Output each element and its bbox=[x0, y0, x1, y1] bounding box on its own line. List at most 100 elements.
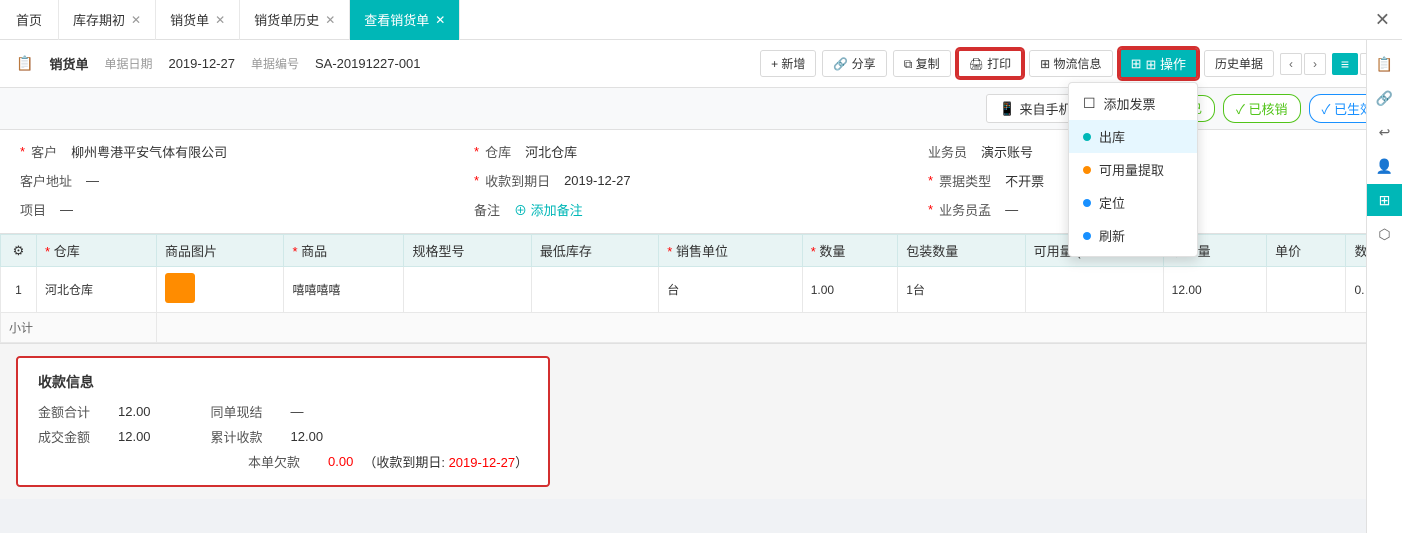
subtotal-label: 小计 bbox=[1, 313, 157, 343]
row-product: 嘻嘻嘻嘻 bbox=[284, 267, 404, 313]
total-amount-item: 金额合计 12.00 bbox=[38, 402, 151, 421]
cumulative-item: 累计收款 12.00 bbox=[211, 427, 324, 446]
share-button[interactable]: 🔗 分享 bbox=[822, 50, 886, 77]
tab-sales-order[interactable]: 销货单 ✕ bbox=[156, 0, 240, 40]
operate-dropdown: ☐ 添加发票 出库 可用量提取 定位 刷新 bbox=[1068, 82, 1198, 257]
operate-icon: ⊞ bbox=[1131, 56, 1142, 72]
sidebar-icon-1[interactable]: 📋 bbox=[1369, 48, 1401, 80]
customer-label: * bbox=[20, 144, 25, 159]
tab-close-view-sales[interactable]: ✕ bbox=[435, 13, 445, 27]
project-field: 项目 — bbox=[20, 200, 474, 219]
mobile-icon: 📱 bbox=[999, 101, 1015, 117]
project-value: — bbox=[60, 202, 73, 217]
col-min-stock: 最低库存 bbox=[531, 235, 658, 267]
new-button[interactable]: + 新增 bbox=[760, 50, 816, 77]
address-value: — bbox=[86, 173, 99, 188]
tab-close-sales[interactable]: ✕ bbox=[215, 13, 225, 27]
dropdown-refresh[interactable]: 刷新 bbox=[1069, 219, 1197, 252]
warehouse-field: * 仓库 河北仓库 bbox=[474, 142, 928, 161]
copy-button[interactable]: ⧉ 复制 bbox=[893, 50, 951, 77]
tab-close-inventory[interactable]: ✕ bbox=[131, 13, 141, 27]
address-label-text: 客户地址 bbox=[20, 171, 72, 190]
ticket-type-label: 票据类型 bbox=[939, 171, 991, 190]
dropdown-add-invoice[interactable]: ☐ 添加发票 bbox=[1069, 87, 1197, 120]
owed-label: 本单欠款 bbox=[248, 452, 318, 471]
settlement-item: 同单现结 — bbox=[211, 402, 304, 421]
project-label-text: 项目 bbox=[20, 200, 46, 219]
prev-button[interactable]: ‹ bbox=[1280, 53, 1302, 75]
col-settings[interactable]: ⚙ bbox=[1, 235, 37, 267]
tab-sales-history[interactable]: 销货单历史 ✕ bbox=[240, 0, 350, 40]
employee-label-text: 业务员 bbox=[928, 142, 967, 161]
tab-close-history[interactable]: ✕ bbox=[325, 13, 335, 27]
sidebar-icon-4[interactable]: 👤 bbox=[1369, 150, 1401, 182]
window-close-button[interactable]: ✕ bbox=[1375, 9, 1390, 30]
payment-info-box: 收款信息 金额合计 12.00 同单现结 — 成交金额 12.00 累计收款 1… bbox=[16, 356, 550, 487]
sidebar-icon-3[interactable]: ↩ bbox=[1369, 116, 1401, 148]
doc-number-label: 单据编号 bbox=[251, 55, 299, 72]
doc-header: 📋 销货单 单据日期 2019-12-27 单据编号 SA-20191227-0… bbox=[0, 40, 1402, 88]
check1-btn[interactable]: ✓ 已核销 bbox=[1223, 94, 1301, 123]
tab-view-sales[interactable]: 查看销货单 ✕ bbox=[350, 0, 460, 40]
add-remark-btn[interactable]: ⊕ 添加备注 bbox=[514, 200, 583, 219]
sidebar-icon-5[interactable]: ⊞ bbox=[1367, 184, 1402, 216]
row-spec bbox=[404, 267, 531, 313]
list-view-button[interactable]: ≡ bbox=[1332, 53, 1358, 75]
customer-label-text: 客户 bbox=[31, 142, 57, 161]
doc-date-label: 单据日期 bbox=[104, 55, 152, 72]
tab-inventory[interactable]: 库存期初 ✕ bbox=[59, 0, 156, 40]
col-spec: 规格型号 bbox=[404, 235, 531, 267]
dot-outbound bbox=[1083, 133, 1091, 141]
next-button[interactable]: › bbox=[1304, 53, 1326, 75]
transaction-item: 成交金额 12.00 bbox=[38, 427, 151, 446]
employee-value: 演示账号 bbox=[981, 142, 1033, 161]
doc-title: 销货单 bbox=[49, 54, 88, 73]
payment-info-title: 收款信息 bbox=[38, 372, 528, 392]
checkbox-icon: ☐ bbox=[1083, 95, 1096, 112]
dropdown-locate[interactable]: 定位 bbox=[1069, 186, 1197, 219]
col-unit-price: 单价 bbox=[1267, 235, 1346, 267]
dropdown-available[interactable]: 可用量提取 bbox=[1069, 153, 1197, 186]
dropdown-label-locate: 定位 bbox=[1099, 193, 1125, 212]
operate-label: ⊞ 操作 bbox=[1145, 54, 1186, 73]
col-quantity: * 数量 bbox=[802, 235, 897, 267]
history-button[interactable]: 历史单据 bbox=[1204, 50, 1274, 77]
warehouse-label-text: 仓库 bbox=[485, 142, 511, 161]
due-date-value: 2019-12-27 bbox=[449, 455, 516, 470]
total-amount-label: 金额合计 bbox=[38, 402, 108, 421]
nav-arrows: ‹ › bbox=[1280, 53, 1326, 75]
cumulative-value: 12.00 bbox=[291, 429, 324, 444]
row-pack-qty: 1台 bbox=[898, 267, 1025, 313]
sidebar-icon-6[interactable]: ⬡ bbox=[1369, 218, 1401, 250]
ticket-type-req: * bbox=[928, 173, 933, 188]
tab-home[interactable]: 首页 bbox=[0, 0, 59, 40]
operator-value: — bbox=[1005, 202, 1018, 217]
row-quantity: 1.00 bbox=[802, 267, 897, 313]
payment-row-2: 成交金额 12.00 累计收款 12.00 bbox=[38, 427, 528, 446]
operate-button[interactable]: ⊞ ⊞ 操作 bbox=[1119, 48, 1198, 79]
customer-value: 柳州粤港平安气体有限公司 bbox=[71, 142, 227, 161]
ticket-type-value: 不开票 bbox=[1005, 171, 1044, 190]
payment-date-label: 收款到期日 bbox=[485, 171, 550, 190]
dropdown-label-refresh: 刷新 bbox=[1099, 226, 1125, 245]
col-pack-qty: 包装数量 bbox=[898, 235, 1025, 267]
operator-label-text: 业务员孟 bbox=[939, 200, 991, 219]
tabs-bar: 首页 库存期初 ✕ 销货单 ✕ 销货单历史 ✕ 查看销货单 ✕ ✕ bbox=[0, 0, 1402, 40]
payment-date-req: * bbox=[474, 173, 479, 188]
payment-row-1: 金额合计 12.00 同单现结 — bbox=[38, 402, 528, 421]
row-warehouse: 河北仓库 bbox=[37, 267, 157, 313]
print-button[interactable]: 🖨 打印 bbox=[957, 49, 1024, 78]
transaction-label: 成交金额 bbox=[38, 427, 108, 446]
operator-req: * bbox=[928, 202, 933, 217]
transaction-value: 12.00 bbox=[118, 429, 151, 444]
operate-btn-wrapper: ⊞ ⊞ 操作 ☐ 添加发票 出库 可用量提取 定位 bbox=[1119, 48, 1198, 79]
settlement-label: 同单现结 bbox=[211, 402, 281, 421]
doc-icon: 📋 bbox=[16, 55, 33, 72]
dropdown-outbound[interactable]: 出库 bbox=[1069, 120, 1197, 153]
row-image bbox=[157, 267, 284, 313]
sidebar-icon-2[interactable]: 🔗 bbox=[1369, 82, 1401, 114]
cumulative-label: 累计收款 bbox=[211, 427, 281, 446]
logistics-button[interactable]: ⊞ 物流信息 bbox=[1029, 50, 1112, 77]
owed-value: 0.00 bbox=[328, 454, 353, 469]
col-product: * 商品 bbox=[284, 235, 404, 267]
